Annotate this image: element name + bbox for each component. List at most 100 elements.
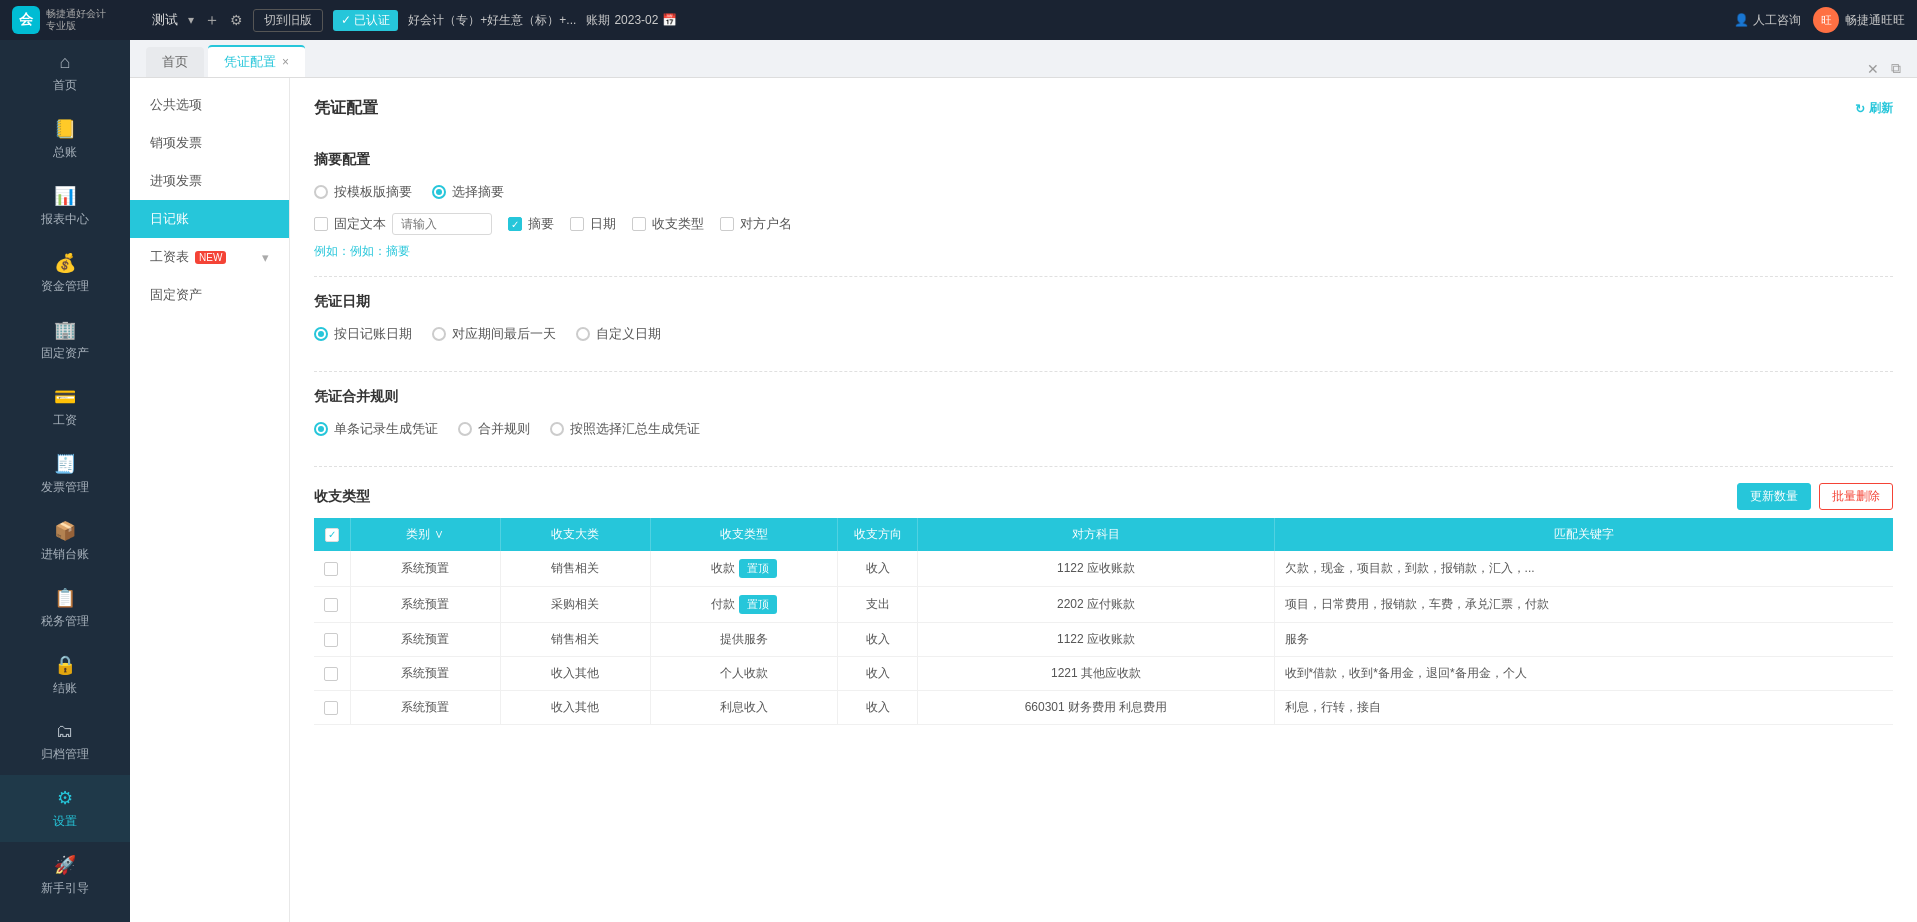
col-direction: 收支方向 [838,518,918,551]
radio-dot [318,426,324,432]
archive-icon: 🗂 [56,721,74,742]
sidebar-item-guide[interactable]: 🚀 新手引导 [0,842,130,909]
settings-main: 凭证配置 ↻ 刷新 摘要配置 按模板版摘要 [290,78,1917,922]
dropdown-arrow-icon[interactable]: ▾ [188,13,194,27]
tab-home[interactable]: 首页 [146,47,204,77]
fixed-text-input[interactable] [392,213,492,235]
radio-merge-rules[interactable]: 合并规则 [458,420,530,438]
checkbox-income-type[interactable]: 收支类型 [632,215,704,233]
refresh-icon: ↻ [1855,102,1865,116]
topbar-right: 👤 人工咨询 旺 畅捷通旺旺 [1734,7,1905,33]
test-label: 测试 [152,11,178,29]
select-all-checkbox[interactable]: ✓ [325,528,339,542]
checkbox-fixed-text[interactable]: 固定文本 [314,213,492,235]
table-row: 系统预置 采购相关 付款 置顶 支出 2202 应付账款 项目，日常费用，报销款… [314,587,1893,623]
sidebar-item-archive[interactable]: 🗂 归档管理 [0,709,130,775]
certified-badge: ✓ 已认证 [333,10,398,31]
gear-icon[interactable]: ⚙ [230,12,243,28]
reports-icon: 📊 [54,185,76,207]
col-type: 收支类型 [650,518,838,551]
window-maximize-icon[interactable]: ⧉ [1891,60,1901,77]
cell-major: 收入其他 [500,691,650,725]
left-nav-item-purchase-invoice[interactable]: 进项发票 [130,162,289,200]
row-checkbox[interactable] [324,598,338,612]
voucher-date-section: 凭证日期 按日记账日期 对应期间最后一天 [314,277,1893,372]
tab-voucher-config[interactable]: 凭证配置 × [208,45,305,77]
col-major: 收支大类 [500,518,650,551]
tax-icon: 📋 [54,587,76,609]
radio-circle-checked [314,327,328,341]
sidebar-item-sales[interactable]: 📦 进销台账 [0,508,130,575]
pin-top-button[interactable]: 置顶 [739,559,777,578]
user-menu[interactable]: 旺 畅捷通旺旺 [1813,7,1905,33]
row-checkbox[interactable] [324,667,338,681]
sidebar-item-invoice[interactable]: 🧾 发票管理 [0,441,130,508]
left-nav-item-sales-invoice[interactable]: 销项发票 [130,124,289,162]
cell-direction: 收入 [838,551,918,587]
switch-version-button[interactable]: 切到旧版 [253,9,323,32]
radio-circle [314,185,328,199]
batch-delete-button[interactable]: 批量删除 [1819,483,1893,510]
radio-dot [436,189,442,195]
sidebar-item-ledger[interactable]: 📒 总账 [0,106,130,173]
radio-journal-date[interactable]: 按日记账日期 [314,325,412,343]
left-nav-item-journal[interactable]: 日记账 [130,200,289,238]
row-checkbox[interactable] [324,562,338,576]
left-nav-item-payroll[interactable]: 工资表 NEW ▾ [130,238,289,276]
sidebar-item-member[interactable]: 👑 畅会员 [0,909,130,922]
radio-template-summary[interactable]: 按模板版摘要 [314,183,412,201]
service-icon: 👤 [1734,13,1749,27]
refresh-button[interactable]: ↻ 刷新 [1855,100,1893,117]
sidebar-item-home[interactable]: ⌂ 首页 [0,40,130,106]
cell-major: 销售相关 [500,623,650,657]
left-nav-item-public[interactable]: 公共选项 [130,86,289,124]
table-row: 系统预置 销售相关 提供服务 收入 1122 应收账款 服务 [314,623,1893,657]
income-expense-title: 收支类型 [314,488,1729,506]
col-account: 对方科目 [918,518,1274,551]
income-expense-section: 收支类型 更新数量 批量删除 ✓ [314,483,1893,725]
customer-service-button[interactable]: 👤 人工咨询 [1734,12,1801,29]
radio-custom-date[interactable]: 自定义日期 [576,325,661,343]
sidebar-item-assets[interactable]: 🏢 固定资产 [0,307,130,374]
radio-select-summary[interactable]: 选择摘要 [432,183,504,201]
radio-summary-generate[interactable]: 按照选择汇总生成凭证 [550,420,700,438]
sidebar-item-reports[interactable]: 📊 报表中心 [0,173,130,240]
col-keywords: 匹配关键字 [1274,518,1893,551]
update-quantity-button[interactable]: 更新数量 [1737,483,1811,510]
sidebar-item-funds[interactable]: 💰 资金管理 [0,240,130,307]
pin-top-button[interactable]: 置顶 [739,595,777,614]
left-nav-item-fixed-assets[interactable]: 固定资产 [130,276,289,314]
cell-major: 采购相关 [500,587,650,623]
radio-single-record[interactable]: 单条记录生成凭证 [314,420,438,438]
checkbox-date[interactable]: 日期 [570,215,616,233]
cell-type: 利息收入 [650,691,838,725]
tab-close-icon[interactable]: × [282,55,289,69]
table-row: 系统预置 销售相关 收款 置顶 收入 1122 应收账款 欠款，现金，项目款，到… [314,551,1893,587]
voucher-date-radio-group: 按日记账日期 对应期间最后一天 自定义日期 [314,325,1893,343]
checkbox-summary[interactable]: ✓ 摘要 [508,215,554,233]
sidebar-item-closing[interactable]: 🔒 结账 [0,642,130,709]
window-close-icon[interactable]: ✕ [1867,61,1879,77]
cell-account: 1122 应收账款 [918,551,1274,587]
checkbox-box [314,217,328,231]
add-icon[interactable]: ＋ [204,10,220,31]
sidebar-item-settings[interactable]: ⚙ 设置 [0,775,130,842]
new-badge: NEW [195,251,226,264]
row-checkbox[interactable] [324,633,338,647]
radio-circle [550,422,564,436]
page-body: 公共选项 销项发票 进项发票 日记账 工资表 NEW ▾ 固定资产 [130,78,1917,922]
checkbox-box [632,217,646,231]
radio-period-last-day[interactable]: 对应期间最后一天 [432,325,556,343]
expand-arrow-icon: ▾ [262,250,269,265]
logo: 会 畅捷通好会计 专业版 [12,6,142,34]
radio-circle [432,327,446,341]
avatar: 旺 [1813,7,1839,33]
checkbox-box [570,217,584,231]
checkbox-counterparty[interactable]: 对方户名 [720,215,792,233]
sidebar-item-salary[interactable]: 💳 工资 [0,374,130,441]
calendar-icon[interactable]: 📅 [662,13,677,27]
page-title: 凭证配置 ↻ 刷新 [314,98,1893,135]
cell-keywords: 欠款，现金，项目款，到款，报销款，汇入，... [1274,551,1893,587]
sidebar-item-tax[interactable]: 📋 税务管理 [0,575,130,642]
row-checkbox[interactable] [324,701,338,715]
